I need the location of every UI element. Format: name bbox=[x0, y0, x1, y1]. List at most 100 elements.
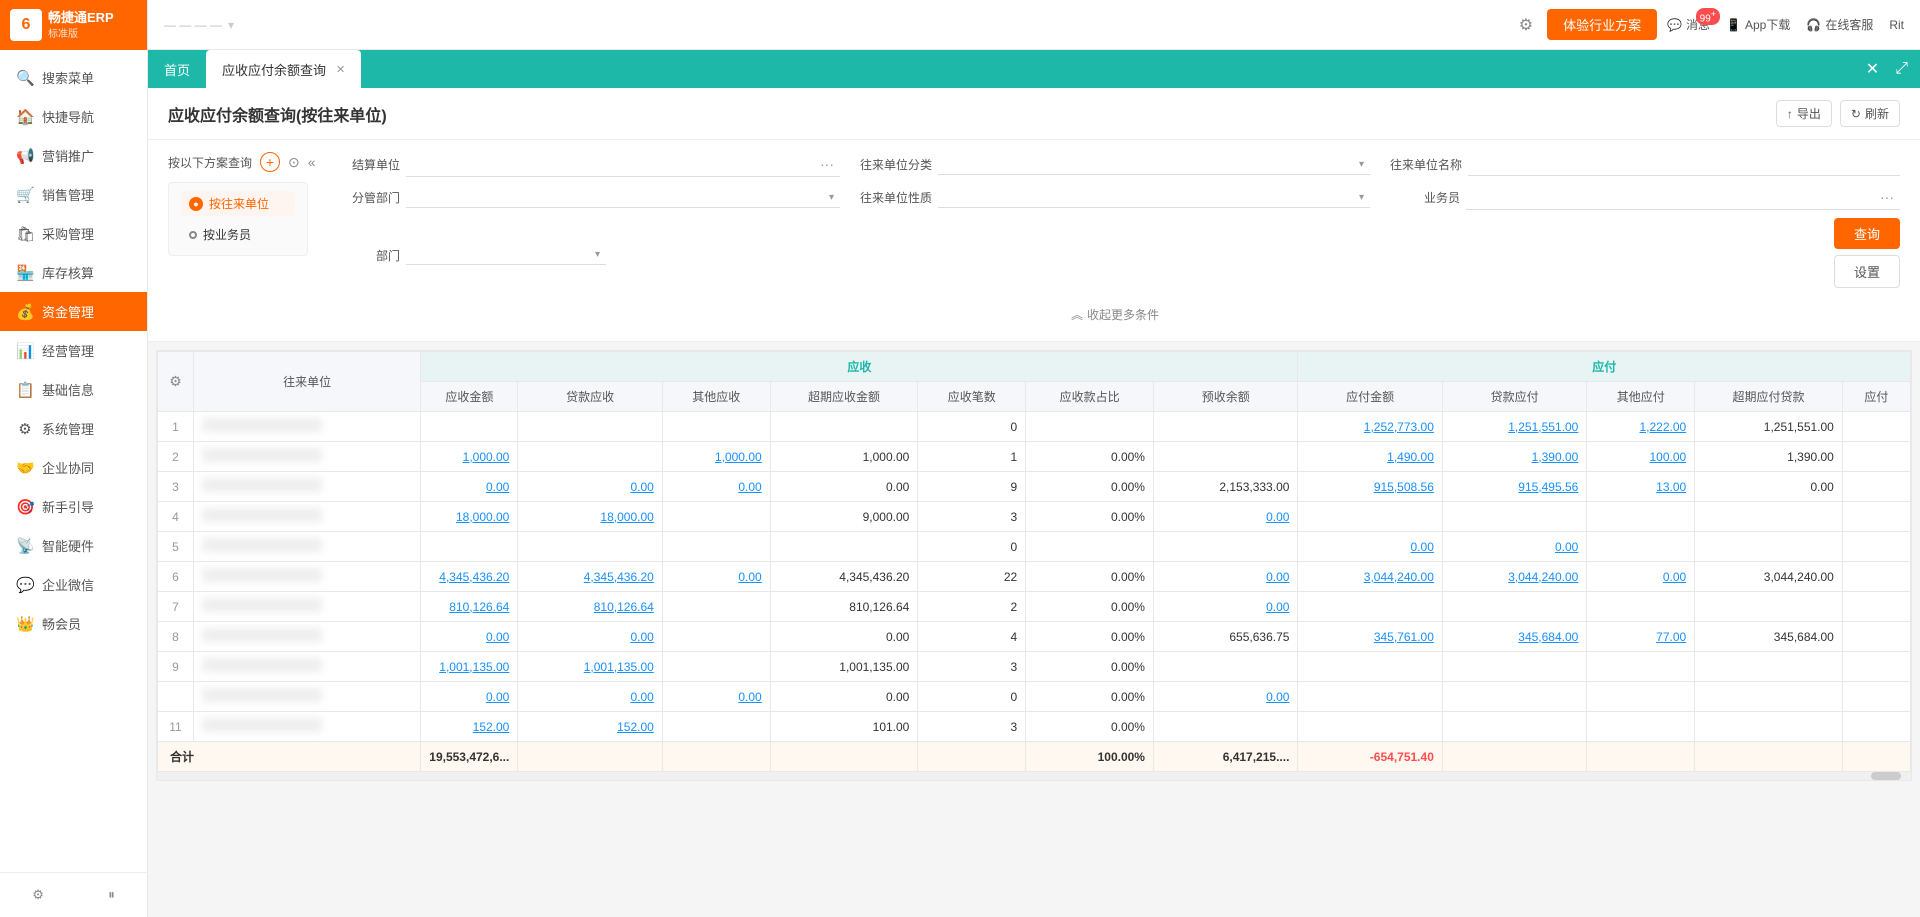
horizontal-scrollbar[interactable] bbox=[157, 772, 1911, 780]
table-row: 9 1,001,135.00 1,001,135.00 1,001,135.00… bbox=[158, 652, 1911, 682]
sidebar-item-system[interactable]: ⚙ 系统管理 bbox=[0, 409, 147, 448]
settlement-input[interactable]: ··· bbox=[406, 152, 840, 177]
sidebar-item-collab[interactable]: 🤝 企业协同 bbox=[0, 448, 147, 487]
sidebar-item-inventory[interactable]: 🏪 库存核算 bbox=[0, 253, 147, 292]
filter-field-settlement: 结算单位 ··· bbox=[330, 152, 840, 177]
row-ar-other: 1,000.00 bbox=[662, 442, 770, 472]
message-badge: 99+ bbox=[1696, 8, 1720, 25]
export-button[interactable]: ↑ 导出 bbox=[1776, 100, 1832, 127]
unit-name-input[interactable] bbox=[1468, 153, 1900, 176]
row-ap-amt: 345,761.00 bbox=[1298, 622, 1442, 652]
system-icon: ⚙ bbox=[16, 420, 34, 438]
row-ar-count: 0 bbox=[918, 532, 1026, 562]
sidebar-item-hardware[interactable]: 📡 智能硬件 bbox=[0, 526, 147, 565]
sidebar-item-marketing[interactable]: 📢 营销推广 bbox=[0, 136, 147, 175]
filter-setting-icon[interactable]: ⊙ bbox=[288, 154, 300, 171]
header-right: 💬 消息 99+ 📱 App下载 🎧 在线客服 Rit bbox=[1667, 16, 1904, 33]
sidebar-item-search[interactable]: 🔍 搜索菜单 bbox=[0, 58, 147, 97]
message-btn[interactable]: 💬 消息 99+ bbox=[1667, 16, 1710, 33]
table-row: 4 18,000.00 18,000.00 9,000.00 3 0.00% 0… bbox=[158, 502, 1911, 532]
query-button[interactable]: 查询 bbox=[1834, 218, 1900, 249]
filter-collapse-icon[interactable]: « bbox=[308, 154, 316, 170]
sales-icon: 🛒 bbox=[16, 186, 34, 204]
salesman-input[interactable]: ··· bbox=[1466, 185, 1900, 210]
row-ar-other: 0.00 bbox=[662, 562, 770, 592]
bumen-select[interactable]: ▾ bbox=[406, 245, 606, 265]
page-container: 应收应付余额查询(按往来单位) ↑ 导出 ↻ 刷新 按以下方案查询 bbox=[148, 88, 1920, 917]
filter-field-unit-name: 往来单位名称 bbox=[1390, 153, 1900, 176]
filter-row-3: 部门 ▾ 查询 设置 bbox=[330, 218, 1900, 292]
main-content: 应收应付余额查询(按往来单位) ↑ 导出 ↻ 刷新 按以下方案查询 bbox=[148, 88, 1920, 917]
sidebar-item-base[interactable]: 📋 基础信息 bbox=[0, 370, 147, 409]
sidebar-item-member[interactable]: 👑 畅会员 bbox=[0, 604, 147, 643]
row-unit bbox=[194, 442, 421, 472]
row-ar-overdue: 4,345,436.20 bbox=[770, 562, 918, 592]
filter-area: 按以下方案查询 + ⊙ « ● 按往来单位 按业务员 bbox=[148, 140, 1920, 342]
row-ap-amt bbox=[1298, 652, 1442, 682]
scheme-by-salesman[interactable]: 按业务员 bbox=[181, 222, 295, 247]
sidebar-item-wechat[interactable]: 💬 企业微信 bbox=[0, 565, 147, 604]
chevron-down-icon: ▾ bbox=[228, 18, 234, 32]
wechat-icon: 💬 bbox=[16, 576, 34, 594]
scheme-by-unit-label: 按往来单位 bbox=[209, 195, 269, 212]
row-ar-pct: 0.00% bbox=[1026, 562, 1154, 592]
sidebar-item-label: 搜索菜单 bbox=[42, 68, 94, 87]
scrollbar-thumb[interactable] bbox=[1871, 772, 1901, 780]
sidebar-item-label: 经营管理 bbox=[42, 341, 94, 360]
collapse-more-btn[interactable]: ︽ 收起更多条件 bbox=[330, 300, 1900, 329]
category-select[interactable]: ▾ bbox=[938, 155, 1370, 175]
row-ar-pct: 0.00% bbox=[1026, 622, 1154, 652]
tab-query[interactable]: 应收应付余额查询 ✕ bbox=[206, 50, 361, 88]
tab-close-icon[interactable]: ✕ bbox=[336, 63, 345, 76]
sidebar-item-finance[interactable]: 💰 资金管理 bbox=[0, 292, 147, 331]
row-ar-prepay: 2,153,333.00 bbox=[1153, 472, 1297, 502]
sidebar-item-operations[interactable]: 📊 经营管理 bbox=[0, 331, 147, 370]
row-ar-pct bbox=[1026, 532, 1154, 562]
bumen-chevron-icon: ▾ bbox=[595, 249, 600, 260]
user-menu[interactable]: Rit bbox=[1889, 18, 1904, 32]
home-icon: 🏠 bbox=[16, 108, 34, 126]
row-ap-other bbox=[1587, 532, 1695, 562]
sidebar-item-guide[interactable]: 🎯 新手引导 bbox=[0, 487, 147, 526]
solution-button[interactable]: 体验行业方案 bbox=[1547, 9, 1657, 40]
row-ap-other: 1,222.00 bbox=[1587, 412, 1695, 442]
sidebar-settings-btn[interactable]: ⚙ bbox=[20, 881, 56, 909]
row-ap-other bbox=[1587, 592, 1695, 622]
row-ap-loan: 1,251,551.00 bbox=[1442, 412, 1586, 442]
row-ar-pct: 0.00% bbox=[1026, 592, 1154, 622]
sidebar-item-sales[interactable]: 🛒 销售管理 bbox=[0, 175, 147, 214]
table-row: 5 0 0.00 0.00 bbox=[158, 532, 1911, 562]
sidebar-item-purchase[interactable]: 🛍 采购管理 bbox=[0, 214, 147, 253]
sidebar-item-quicknav[interactable]: 🏠 快捷导航 bbox=[0, 97, 147, 136]
scheme-inactive-icon bbox=[189, 231, 197, 239]
filter-add-button[interactable]: + bbox=[260, 152, 280, 172]
scheme-by-unit[interactable]: ● 按往来单位 bbox=[181, 191, 295, 216]
tab-close-all-icon[interactable]: ✕ bbox=[1862, 55, 1883, 83]
refresh-button[interactable]: ↻ 刷新 bbox=[1840, 100, 1900, 127]
row-ap-loan: 345,684.00 bbox=[1442, 622, 1586, 652]
row-ar-prepay: 0.00 bbox=[1153, 592, 1297, 622]
purchase-icon: 🛍 bbox=[16, 225, 34, 243]
filter-scheme: ● 按往来单位 按业务员 bbox=[168, 182, 308, 256]
sidebar-collapse-btn[interactable]: ⏸ bbox=[96, 881, 127, 909]
online-service-btn[interactable]: 🎧 在线客服 bbox=[1806, 16, 1873, 33]
th-ar-pct: 应收款占比 bbox=[1026, 382, 1154, 412]
row-idx: 4 bbox=[158, 502, 194, 532]
setting-button[interactable]: 设置 bbox=[1834, 255, 1900, 288]
table-settings-icon[interactable]: ⚙ bbox=[169, 373, 182, 389]
gear-icon[interactable]: ⚙ bbox=[1515, 11, 1537, 39]
row-unit bbox=[194, 622, 421, 652]
th-ap-overdue: 超期应付贷款 bbox=[1695, 382, 1843, 412]
row-ap-other: 100.00 bbox=[1587, 442, 1695, 472]
row-ap-loan: 3,044,240.00 bbox=[1442, 562, 1586, 592]
app-download-btn[interactable]: 📱 App下载 bbox=[1726, 16, 1790, 33]
dept-select[interactable]: ▾ bbox=[406, 188, 840, 208]
tab-home[interactable]: 首页 bbox=[148, 50, 206, 88]
footer-ar-other bbox=[662, 742, 770, 772]
row-ap-loan bbox=[1442, 592, 1586, 622]
filter-row-2: 分管部门 ▾ 往来单位性质 ▾ 业务员 bbox=[330, 185, 1900, 210]
row-ar-loan: 152.00 bbox=[518, 712, 662, 742]
page-header: 应收应付余额查询(按往来单位) ↑ 导出 ↻ 刷新 bbox=[148, 88, 1920, 140]
tab-expand-icon[interactable]: ⤢ bbox=[1891, 56, 1912, 82]
nature-select[interactable]: ▾ bbox=[938, 188, 1370, 208]
